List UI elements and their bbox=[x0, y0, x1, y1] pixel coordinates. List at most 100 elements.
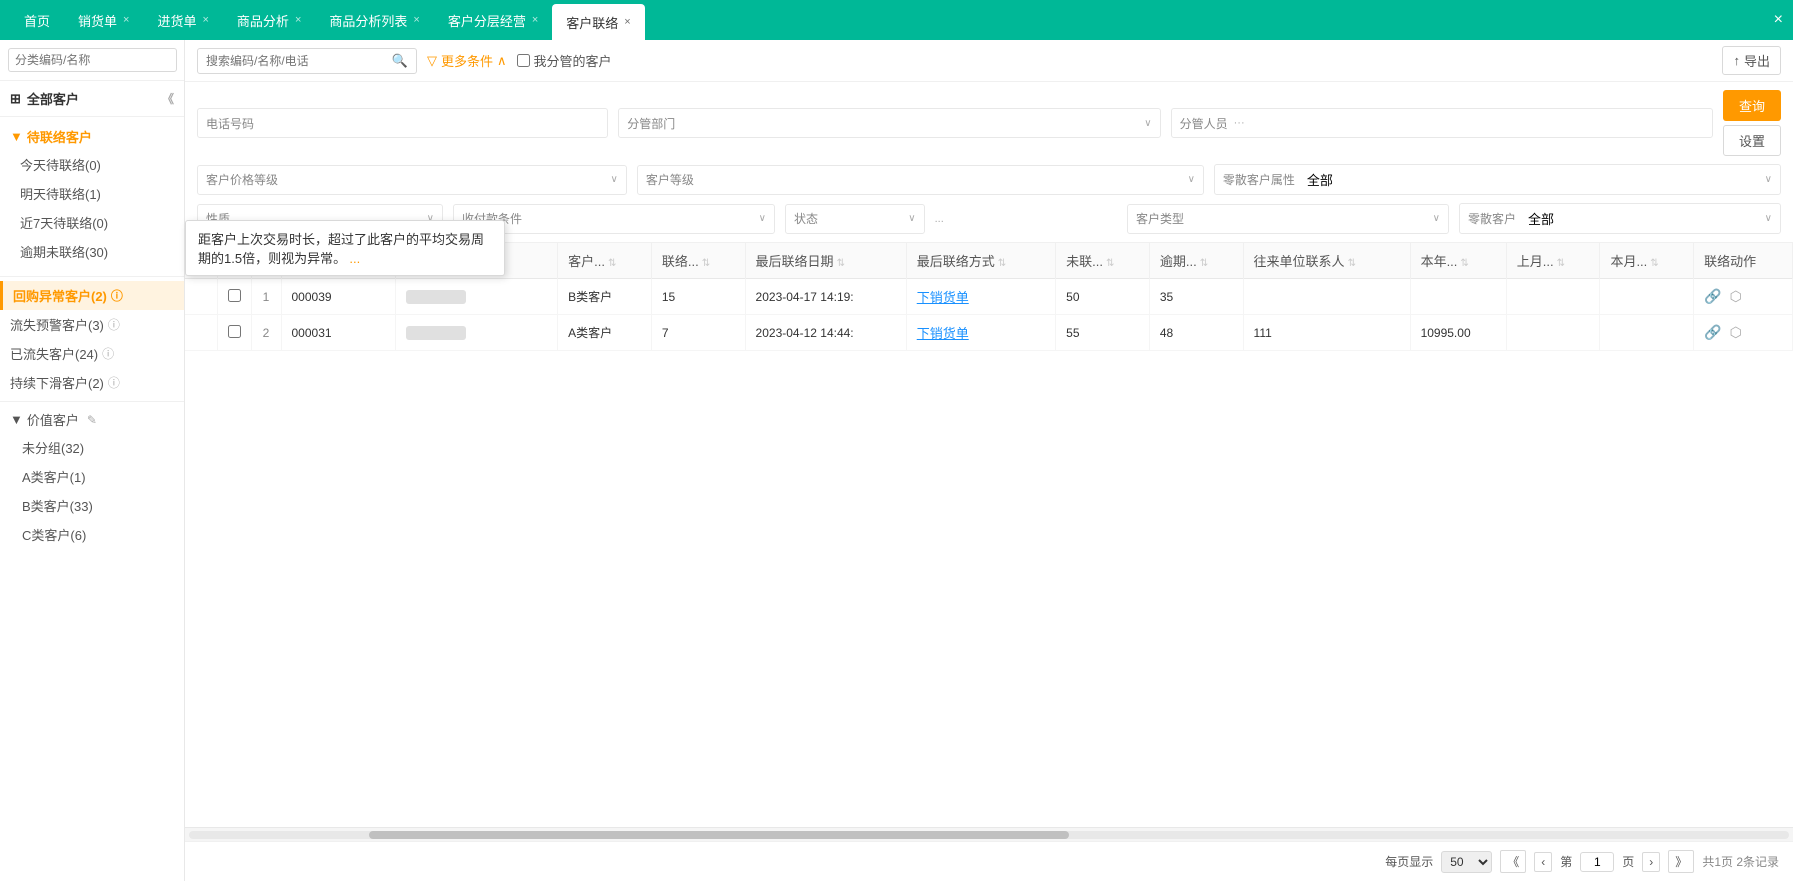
window-close-button[interactable]: × bbox=[1774, 11, 1783, 29]
nav-tab-sales[interactable]: 销货单 × bbox=[64, 0, 143, 40]
nav-tab-customer-tier[interactable]: 客户分层经营 × bbox=[434, 0, 552, 40]
sidebar-collapse-btn[interactable]: 《 bbox=[162, 90, 174, 107]
sidebar-item-tomorrow[interactable]: 明天待联络(1) bbox=[0, 179, 184, 208]
my-customers-checkbox[interactable]: 我分管的客户 bbox=[517, 51, 612, 70]
phone-field[interactable]: 电话号码 bbox=[197, 108, 608, 138]
row2-method-link[interactable]: 下销货单 bbox=[917, 326, 969, 341]
sidebar-item-7days[interactable]: 近7天待联络(0) bbox=[0, 208, 184, 237]
retail-attr-arrow: ∨ bbox=[1765, 174, 1772, 185]
close-analysis-tab[interactable]: × bbox=[295, 14, 301, 26]
sidebar-search-input[interactable] bbox=[8, 48, 177, 72]
query-button[interactable]: 查询 bbox=[1723, 90, 1781, 121]
sidebar-item-abnormal-repurchase[interactable]: 回购异常客户(2) ⓘ bbox=[0, 281, 184, 310]
prev-page-btn[interactable]: ‹ bbox=[1534, 852, 1552, 872]
tooltip-more-link[interactable]: ... bbox=[349, 251, 360, 266]
row1-check[interactable] bbox=[228, 289, 241, 302]
sidebar-item-overdue[interactable]: 逾期未联络(30) bbox=[0, 237, 184, 266]
sidebar-item-today[interactable]: 今天待联络(0) bbox=[0, 150, 184, 179]
page-label: 第 bbox=[1560, 853, 1572, 870]
more-conditions-btn[interactable]: ▽ 更多条件 ∧ bbox=[427, 51, 507, 70]
sidebar-search-area: 🔍 bbox=[0, 40, 184, 81]
info-icon-3[interactable]: ⓘ bbox=[102, 345, 114, 362]
row1-more-icon[interactable]: ⬡ bbox=[1730, 288, 1742, 305]
nav-tab-customer-contact[interactable]: 客户联络 × bbox=[552, 4, 644, 40]
row2-check[interactable] bbox=[228, 325, 241, 338]
row2-last-method[interactable]: 下销货单 bbox=[906, 315, 1055, 351]
status-field[interactable]: 状态 ∨ bbox=[785, 204, 925, 234]
info-icon-4[interactable]: ⓘ bbox=[108, 374, 120, 391]
close-customer-tier-tab[interactable]: × bbox=[532, 14, 538, 26]
col-last-month[interactable]: 上月...⇅ bbox=[1506, 243, 1600, 279]
col-customer-type[interactable]: 客户...⇅ bbox=[558, 243, 652, 279]
sort-overdue: ⇅ bbox=[1200, 258, 1208, 269]
col-contact-count[interactable]: 联络...⇅ bbox=[651, 243, 745, 279]
row2-actions: 🔗 ⬡ bbox=[1694, 315, 1793, 351]
col-unlinked[interactable]: 未联...⇅ bbox=[1056, 243, 1150, 279]
main-search-input[interactable] bbox=[206, 54, 386, 68]
col-this-month[interactable]: 本月...⇅ bbox=[1600, 243, 1694, 279]
nav-tab-analysis-list[interactable]: 商品分析列表 × bbox=[315, 0, 433, 40]
sidebar-value-customers-title[interactable]: ▼ 价值客户 ✎ bbox=[0, 406, 184, 433]
row1-link-icon[interactable]: 🔗 bbox=[1704, 288, 1721, 305]
row2-link-icon[interactable]: 🔗 bbox=[1704, 324, 1721, 341]
nav-tab-home[interactable]: 首页 bbox=[10, 0, 64, 40]
col-overdue[interactable]: 逾期...⇅ bbox=[1149, 243, 1243, 279]
customer-type-field[interactable]: 客户类型 ∨ bbox=[1127, 204, 1449, 234]
close-sales-tab[interactable]: × bbox=[123, 14, 129, 26]
row2-checkbox[interactable] bbox=[217, 315, 251, 351]
scrollbar-thumb[interactable] bbox=[369, 831, 1069, 839]
row1-year-amt bbox=[1410, 279, 1506, 315]
row1-this-month bbox=[1600, 279, 1694, 315]
customer-level-field[interactable]: 客户等级 ∨ bbox=[637, 165, 1204, 195]
row2-more-icon[interactable]: ⬡ bbox=[1730, 324, 1742, 341]
sidebar-item-class-b[interactable]: B类客户(33) bbox=[0, 491, 184, 520]
col-last-contact-date[interactable]: 最后联络日期⇅ bbox=[745, 243, 906, 279]
nav-tab-analysis[interactable]: 商品分析 × bbox=[223, 0, 315, 40]
export-button[interactable]: ↑ 导出 bbox=[1722, 46, 1781, 75]
close-analysis-list-tab[interactable]: × bbox=[413, 14, 419, 26]
content-area: 🔍 ▽ 更多条件 ∧ 我分管的客户 ↑ 导出 电话号码 bbox=[185, 40, 1793, 881]
more-fields-btn[interactable]: ... bbox=[935, 213, 944, 225]
person-extra[interactable]: ··· bbox=[1234, 117, 1245, 129]
row1-last-method[interactable]: 下销货单 bbox=[906, 279, 1055, 315]
pagination-bar: 每页显示 50 20 100 《 ‹ 第 页 › 》 共1页 2条记录 bbox=[185, 841, 1793, 881]
per-page-select[interactable]: 50 20 100 bbox=[1441, 851, 1492, 873]
settings-button[interactable]: 设置 bbox=[1723, 125, 1781, 156]
edit-icon[interactable]: ✎ bbox=[87, 413, 97, 427]
sidebar-item-churned[interactable]: 已流失客户(24) ⓘ bbox=[0, 339, 184, 368]
info-icon-2[interactable]: ⓘ bbox=[108, 316, 120, 333]
next-page-btn[interactable]: › bbox=[1642, 852, 1660, 872]
sidebar-item-churn-warning[interactable]: 流失预警客户(3) ⓘ bbox=[0, 310, 184, 339]
sidebar-item-class-a[interactable]: A类客户(1) bbox=[0, 462, 184, 491]
info-icon[interactable]: ⓘ bbox=[111, 287, 123, 304]
horizontal-scrollbar[interactable] bbox=[185, 827, 1793, 841]
retail2-arrow: ∨ bbox=[1765, 213, 1772, 224]
col-year-amt[interactable]: 本年...⇅ bbox=[1410, 243, 1506, 279]
nav-tab-purchase[interactable]: 进货单 × bbox=[143, 0, 222, 40]
search-icon-main[interactable]: 🔍 bbox=[392, 53, 408, 69]
col-unit-contact[interactable]: 往来单位联系人⇅ bbox=[1243, 243, 1410, 279]
close-purchase-tab[interactable]: × bbox=[202, 14, 208, 26]
row1-last-date: 2023-04-17 14:19: bbox=[745, 279, 906, 315]
price-level-field[interactable]: 客户价格等级 ∨ bbox=[197, 165, 627, 195]
last-page-btn[interactable]: 》 bbox=[1668, 850, 1694, 873]
row1-method-link[interactable]: 下销货单 bbox=[917, 290, 969, 305]
payment-arrow: ∨ bbox=[759, 213, 766, 224]
row2-action-icons: 🔗 ⬡ bbox=[1704, 324, 1782, 341]
sidebar-item-unclassified[interactable]: 未分组(32) bbox=[0, 433, 184, 462]
retail-attr-field[interactable]: 零散客户属性 全部 ∨ bbox=[1214, 164, 1781, 195]
sidebar-group-pending[interactable]: ▼ 待联络客户 bbox=[0, 123, 184, 150]
sidebar-item-declining[interactable]: 持续下滑客户(2) ⓘ bbox=[0, 368, 184, 397]
first-page-btn[interactable]: 《 bbox=[1500, 850, 1526, 873]
retail-field2[interactable]: 零散客户 全部 ∨ bbox=[1459, 203, 1781, 234]
sidebar-item-class-c[interactable]: C类客户(6) bbox=[0, 520, 184, 549]
col-last-contact-method[interactable]: 最后联络方式⇅ bbox=[906, 243, 1055, 279]
dept-field[interactable]: 分管部门 ∨ bbox=[618, 108, 1160, 138]
scrollbar-track[interactable] bbox=[189, 831, 1789, 839]
row1-checkbox[interactable] bbox=[217, 279, 251, 315]
current-page-input[interactable] bbox=[1580, 852, 1614, 872]
person-field[interactable]: 分管人员 ··· bbox=[1171, 108, 1713, 138]
sidebar-all-customers-title[interactable]: ⊞ 全部客户 《 bbox=[0, 81, 184, 117]
close-customer-contact-tab[interactable]: × bbox=[624, 16, 630, 28]
my-customers-check[interactable] bbox=[517, 54, 530, 67]
